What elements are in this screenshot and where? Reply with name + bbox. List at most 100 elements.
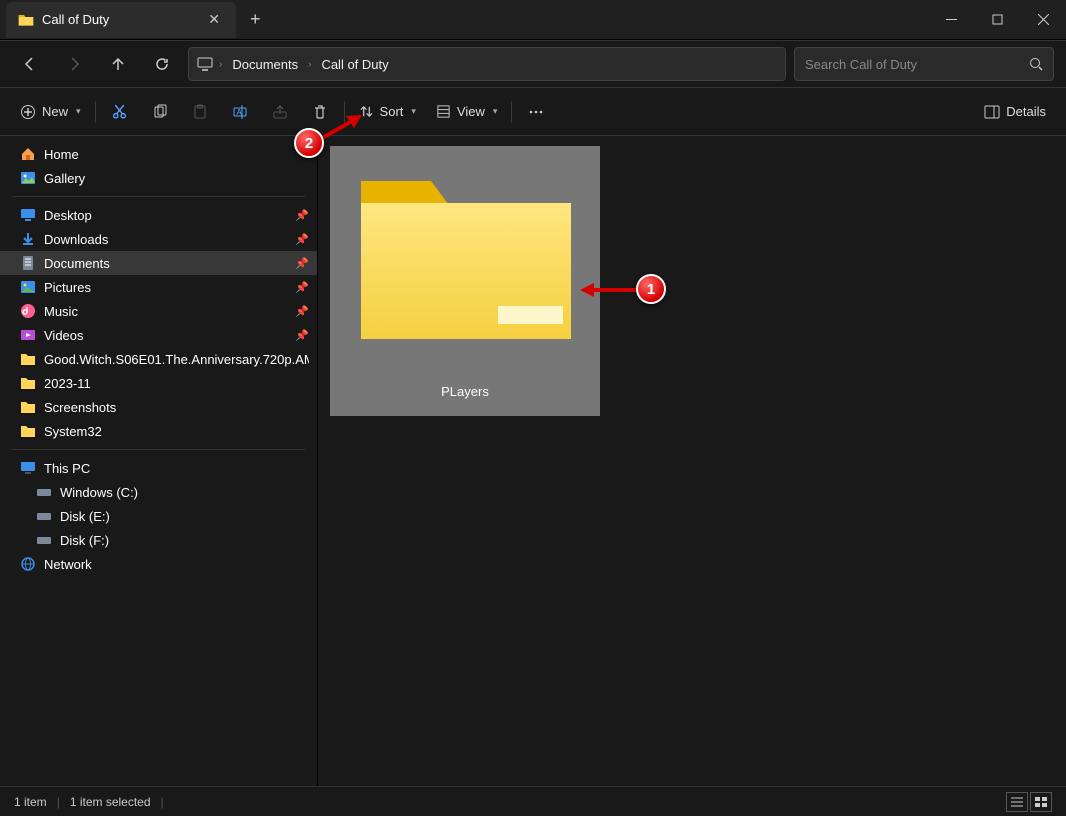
breadcrumb[interactable]: › Documents › Call of Duty: [188, 47, 786, 81]
rename-button[interactable]: A: [220, 95, 260, 129]
sidebar-item-label: System32: [44, 424, 102, 439]
title-bar: Call of Duty ✕ +: [0, 0, 1066, 40]
sidebar-item-downloads[interactable]: Downloads 📌: [0, 227, 317, 251]
navigation-pane[interactable]: Home Gallery Desktop 📌 Downloads 📌 Docum…: [0, 136, 318, 786]
minimize-button[interactable]: [928, 0, 974, 40]
more-button[interactable]: [516, 95, 556, 129]
window-tab[interactable]: Call of Duty ✕: [6, 2, 236, 38]
sidebar-item-label: Music: [44, 304, 78, 319]
view-button[interactable]: View ▾: [426, 95, 507, 129]
chevron-right-icon: ›: [219, 59, 222, 70]
folder-icon: [18, 13, 34, 27]
folder-icon: [20, 351, 36, 367]
pin-icon: 📌: [295, 257, 309, 270]
search-input[interactable]: [805, 57, 1029, 72]
window-close-button[interactable]: [1020, 0, 1066, 40]
view-label: View: [457, 104, 485, 119]
tab-close-button[interactable]: ✕: [204, 9, 224, 30]
sidebar-item-label: Downloads: [44, 232, 108, 247]
icons-view-toggle[interactable]: [1030, 792, 1052, 812]
videos-icon: [20, 327, 36, 343]
sidebar-item-label: Disk (F:): [60, 533, 109, 548]
sidebar-item-label: Videos: [44, 328, 84, 343]
selection-count: 1 item selected: [70, 795, 151, 809]
annotation-arrow-icon: [580, 280, 640, 300]
share-button[interactable]: [260, 95, 300, 129]
annotation-arrow-icon: [318, 112, 364, 142]
details-view-toggle[interactable]: [1006, 792, 1028, 812]
forward-button[interactable]: [56, 47, 92, 81]
chevron-down-icon: ▾: [76, 106, 81, 117]
drive-icon: [36, 508, 52, 524]
up-button[interactable]: [100, 47, 136, 81]
sidebar-item-drive[interactable]: Windows (C:): [0, 480, 317, 504]
sidebar-item-label: Home: [44, 147, 79, 162]
divider: [12, 449, 305, 450]
breadcrumb-documents[interactable]: Documents: [228, 55, 302, 74]
sidebar-item-label: Documents: [44, 256, 110, 271]
cut-button[interactable]: [100, 95, 140, 129]
sidebar-item-folder[interactable]: Screenshots: [0, 395, 317, 419]
new-label: New: [42, 104, 68, 119]
downloads-icon: [20, 231, 36, 247]
pc-icon: [20, 460, 36, 476]
back-button[interactable]: [12, 47, 48, 81]
maximize-button[interactable]: [974, 0, 1020, 40]
pictures-icon: [20, 279, 36, 295]
gallery-icon: [20, 170, 36, 186]
sidebar-item-documents[interactable]: Documents 📌: [0, 251, 317, 275]
chevron-right-icon: ›: [308, 59, 311, 70]
separator: [511, 101, 512, 123]
home-icon: [20, 146, 36, 162]
pin-icon: 📌: [295, 329, 309, 342]
separator: [95, 101, 96, 123]
details-pane-button[interactable]: Details: [974, 95, 1056, 129]
chevron-down-icon: ▾: [411, 106, 416, 117]
folder-icon: [20, 375, 36, 391]
refresh-button[interactable]: [144, 47, 180, 81]
annotation-marker-1: 1: [636, 274, 666, 304]
sidebar-item-label: Screenshots: [44, 400, 116, 415]
separator: |: [161, 795, 164, 809]
network-icon: [20, 556, 36, 572]
pc-icon: [197, 57, 213, 71]
sidebar-item-drive[interactable]: Disk (E:): [0, 504, 317, 528]
sidebar-item-drive[interactable]: Disk (F:): [0, 528, 317, 552]
sidebar-item-label: 2023-11: [44, 376, 91, 391]
content-pane[interactable]: PLayers: [318, 136, 1066, 786]
pin-icon: 📌: [295, 209, 309, 222]
pin-icon: 📌: [295, 281, 309, 294]
new-tab-button[interactable]: +: [236, 9, 275, 30]
sidebar-item-desktop[interactable]: Desktop 📌: [0, 203, 317, 227]
sidebar-item-folder[interactable]: Good.Witch.S06E01.The.Anniversary.720p.A…: [0, 347, 317, 371]
sidebar-item-gallery[interactable]: Gallery: [0, 166, 317, 190]
sidebar-item-network[interactable]: Network: [0, 552, 317, 576]
pin-icon: 📌: [295, 305, 309, 318]
folder-icon: [20, 399, 36, 415]
sidebar-item-label: Disk (E:): [60, 509, 110, 524]
sidebar-item-videos[interactable]: Videos 📌: [0, 323, 317, 347]
sidebar-item-pictures[interactable]: Pictures 📌: [0, 275, 317, 299]
breadcrumb-current[interactable]: Call of Duty: [317, 55, 392, 74]
paste-button[interactable]: [180, 95, 220, 129]
sidebar-item-label: Desktop: [44, 208, 92, 223]
search-box[interactable]: [794, 47, 1054, 81]
sidebar-item-label: Network: [44, 557, 92, 572]
documents-icon: [20, 255, 36, 271]
sidebar-item-label: Good.Witch.S06E01.The.Anniversary.720p.A…: [44, 352, 309, 367]
sidebar-item-thispc[interactable]: This PC: [0, 456, 317, 480]
sidebar-item-music[interactable]: Music 📌: [0, 299, 317, 323]
command-bar: New ▾ A Sort ▾ View ▾ Details: [0, 88, 1066, 136]
sidebar-item-folder[interactable]: 2023-11: [0, 371, 317, 395]
sidebar-item-home[interactable]: Home: [0, 142, 317, 166]
copy-button[interactable]: [140, 95, 180, 129]
folder-item-selected[interactable]: PLayers: [330, 146, 600, 416]
details-label: Details: [1006, 104, 1046, 119]
folder-icon: [20, 423, 36, 439]
new-button[interactable]: New ▾: [10, 95, 91, 129]
desktop-icon: [20, 207, 36, 223]
chevron-down-icon: ▾: [493, 106, 498, 117]
sidebar-item-folder[interactable]: System32: [0, 419, 317, 443]
sidebar-item-label: Pictures: [44, 280, 91, 295]
sidebar-item-label: Windows (C:): [60, 485, 138, 500]
